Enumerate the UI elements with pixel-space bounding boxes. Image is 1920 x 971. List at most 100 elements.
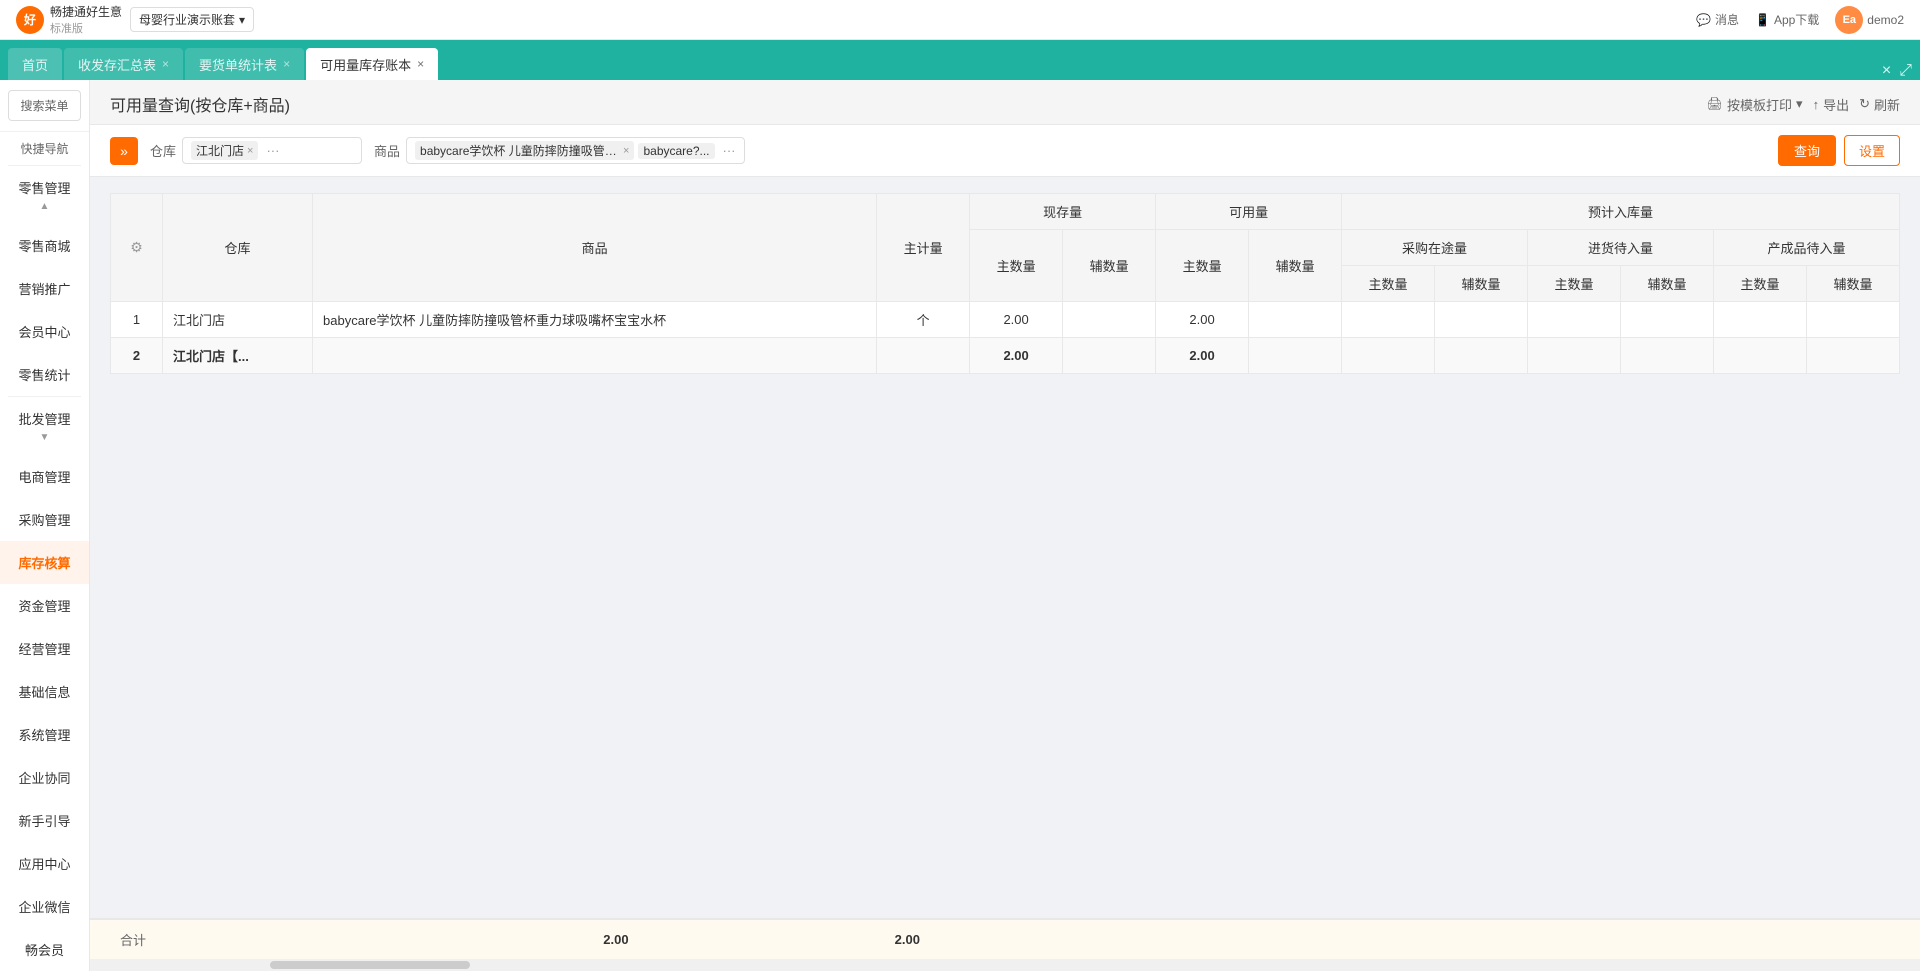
close-tab-available-inventory[interactable]: × [417,57,424,71]
column-settings-icon[interactable]: ⚙ [130,239,143,255]
sidebar-item-retail-stats[interactable]: 零售统计 [0,353,89,396]
table-row: 2 江北门店【... 2.00 2.00 [111,338,1900,374]
row-1-produced-sub [1806,302,1899,338]
chevron-icon: ▲ [40,201,50,212]
sidebar-item-app-center[interactable]: 应用中心 [0,842,89,885]
sidebar-item-system[interactable]: 系统管理 [0,713,89,756]
search-menu-button[interactable]: 搜索菜单 [8,90,81,121]
product-more-icon[interactable]: ··· [723,143,736,158]
content-area: 可用量查询(按仓库+商品) 🖨 按模板打印 ▾ ↑ 导出 ↻ 刷新 » [90,80,1920,971]
remove-warehouse-tag[interactable]: × [247,145,253,157]
sidebar-item-operations[interactable]: 经营管理 [0,627,89,670]
table-container: ⚙ 仓库 商品 主计量 现存量 可用量 预计入库量 主数量 辅数量 主数量 辅数… [90,177,1920,918]
sidebar-item-inventory[interactable]: 库存核算 [0,541,89,584]
message-button[interactable]: 💬 消息 [1696,11,1739,28]
close-tab-order-stats[interactable]: × [283,57,290,71]
tab-order-stats[interactable]: 要货单统计表 × [185,48,304,80]
product-filter-group: 商品 babycare学饮杯 儿童防摔防撞吸管杯重力球吸嘴杯宝宝水杯 × bab… [374,137,745,164]
warehouse-tag-1: 江北门店 × [191,141,258,160]
sidebar-quick-nav[interactable]: 快捷导航 [0,131,89,165]
sidebar-item-base-info[interactable]: 基础信息 [0,670,89,713]
row-2-purchase-main [1342,338,1435,374]
remove-product-tag-1[interactable]: × [623,145,629,157]
sidebar-item-retail-mgmt[interactable]: 零售管理 ▲ [0,166,89,224]
chevron-down-icon: ▾ [239,13,245,27]
row-1-avail-sub [1249,302,1342,338]
col-available-header: 可用量 [1156,194,1342,230]
col-main-unit-header: 主计量 [877,194,970,302]
sidebar-item-ecommerce[interactable]: 电商管理 [0,455,89,498]
col-warehouse-header: 仓库 [163,194,313,302]
warehouse-more-icon[interactable]: ··· [266,143,279,158]
row-2-produced-main [1714,338,1807,374]
settings-button[interactable]: 设置 [1844,135,1900,166]
main-layout: 搜索菜单 快捷导航 零售管理 ▲ 零售商城 营销推广 会员中心 零售统计 批发管… [0,80,1920,971]
sidebar-item-member-center[interactable]: 会员中心 [0,310,89,353]
sidebar-item-marketing[interactable]: 营销推广 [0,267,89,310]
tab-available-inventory[interactable]: 可用量库存账本 × [306,48,438,80]
chevron-icon-2: ▼ [40,432,50,443]
product-filter-input[interactable]: babycare学饮杯 儿童防摔防撞吸管杯重力球吸嘴杯宝宝水杯 × babyca… [406,137,744,164]
col-incoming-sub: 辅数量 [1621,266,1714,302]
sidebar-search-area: 搜索菜单 [0,80,89,131]
sidebar-item-member[interactable]: 畅会员 [0,928,89,971]
sidebar-item-guide[interactable]: 新手引导 [0,799,89,842]
page-actions: 🖨 按模板打印 ▾ ↑ 导出 ↻ 刷新 [1707,95,1901,114]
product-tag-1: babycare学饮杯 儿童防摔防撞吸管杯重力球吸嘴杯宝宝水杯 × [415,141,634,160]
sidebar-item-enterprise[interactable]: 企业协同 [0,756,89,799]
product-filter-label: 商品 [374,141,400,160]
filter-actions: 查询 设置 [1778,135,1900,166]
sidebar-item-finance[interactable]: 资金管理 [0,584,89,627]
tab-receive-summary[interactable]: 收发存汇总表 × [64,48,183,80]
col-avail-main-qty: 主数量 [1156,230,1249,302]
fullscreen-button[interactable]: ⤢ [1899,62,1912,80]
top-bar-badge: 标准版 [50,20,122,36]
footer-avail-sub [980,928,1126,951]
row-1-produced-main [1714,302,1807,338]
export-button[interactable]: ↑ 导出 [1813,95,1850,114]
col-purchase-header: 采购在途量 [1342,230,1528,266]
product-tag-2: babycare?... [638,143,714,159]
sidebar-item-purchase[interactable]: 采购管理 [0,498,89,541]
top-bar-right: 💬 消息 📱 App下载 Ea demo2 [1696,6,1904,34]
row-2-warehouse: 江北门店【... [163,338,313,374]
user-menu[interactable]: Ea demo2 [1835,6,1904,34]
template-print-button[interactable]: 🖨 按模板打印 ▾ [1707,95,1803,114]
col-produced-sub: 辅数量 [1806,266,1899,302]
row-2-avail-sub [1249,338,1342,374]
row-1-avail-main: 2.00 [1156,302,1249,338]
col-stock-main-qty: 主数量 [970,230,1063,302]
horizontal-scrollbar[interactable] [90,959,1920,971]
scroll-thumb[interactable] [270,961,470,969]
row-1-stock-main: 2.00 [970,302,1063,338]
col-current-stock-header: 现存量 [970,194,1156,230]
warehouse-filter-input[interactable]: 江北门店 × ··· [182,137,362,164]
filter-expand-button[interactable]: » [110,137,138,165]
dropdown-icon: ▾ [1796,96,1803,112]
footer-stock-main: 2.00 [543,928,689,951]
row-2-purchase-sub [1435,338,1528,374]
refresh-button[interactable]: ↻ 刷新 [1859,95,1900,114]
query-button[interactable]: 查询 [1778,135,1836,166]
sidebar-item-wechat[interactable]: 企业微信 [0,885,89,928]
page-title: 可用量查询(按仓库+商品) [110,92,290,116]
row-2-no: 2 [111,338,163,374]
export-icon: ↑ [1813,97,1820,112]
col-settings: ⚙ [111,194,163,302]
sidebar-item-wholesale-mgmt[interactable]: 批发管理 ▼ [0,397,89,455]
footer-values: 2.00 2.00 [146,928,1900,951]
row-1-stock-sub [1063,302,1156,338]
sidebar-item-retail-mall[interactable]: 零售商城 [0,224,89,267]
print-icon: 🖨 [1707,96,1724,112]
table-row: 1 江北门店 babycare学饮杯 儿童防摔防撞吸管杯重力球吸嘴杯宝宝水杯 个… [111,302,1900,338]
page-header: 可用量查询(按仓库+商品) 🖨 按模板打印 ▾ ↑ 导出 ↻ 刷新 [90,80,1920,125]
col-avail-sub-qty: 辅数量 [1249,230,1342,302]
row-2-produced-sub [1806,338,1899,374]
tab-home[interactable]: 首页 [8,48,62,80]
row-1-incoming-sub [1621,302,1714,338]
footer-label: 合计 [110,930,146,949]
app-download-button[interactable]: 📱 App下载 [1755,11,1819,28]
store-selector[interactable]: 母婴行业演示账套 ▾ [130,7,254,32]
close-tab-receive-summary[interactable]: × [162,57,169,71]
close-all-tabs-button[interactable]: × [1882,62,1891,80]
